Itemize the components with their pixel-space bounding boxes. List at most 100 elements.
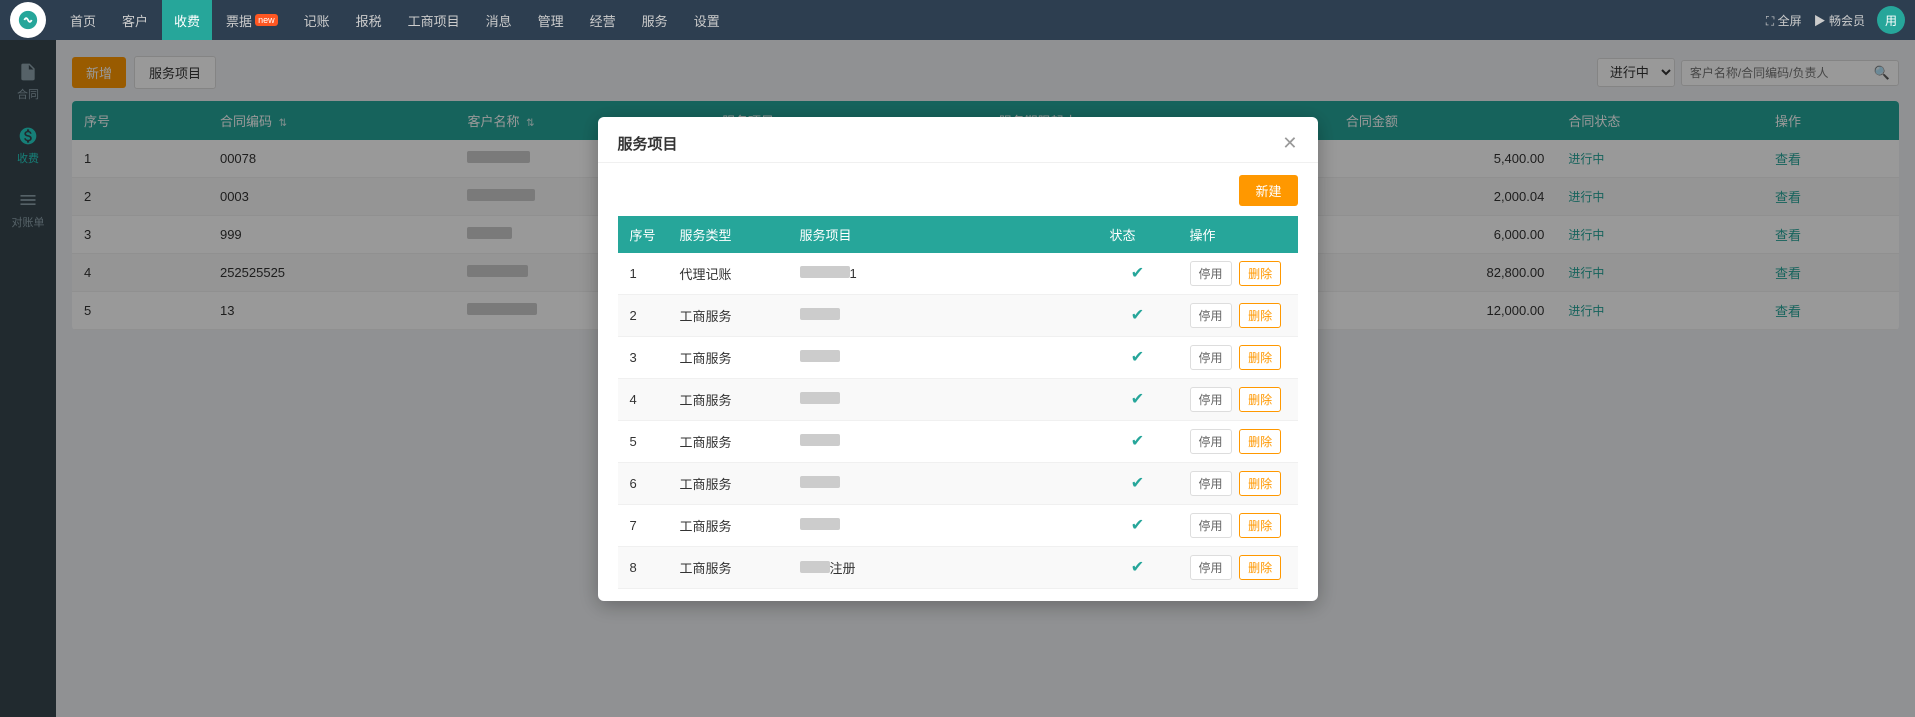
modal-table-row: 6 工商服务 ✔ 停用 删除 [618, 462, 1298, 504]
nav-home[interactable]: 首页 [58, 0, 108, 40]
modal-close-button[interactable]: ✕ [1282, 134, 1297, 152]
modal-cell-seq: 2 [618, 294, 668, 336]
stop-button[interactable]: 停用 [1190, 513, 1232, 538]
modal-cell-seq: 7 [618, 504, 668, 546]
stop-button[interactable]: 停用 [1190, 345, 1232, 370]
modal-cell-status: ✔ [1098, 546, 1178, 588]
status-check-icon: ✔ [1131, 391, 1144, 408]
modal-cell-seq: 6 [618, 462, 668, 504]
modal-cell-type: 工商服务 [668, 546, 788, 588]
modal-cell-status: ✔ [1098, 378, 1178, 420]
delete-button[interactable]: 删除 [1239, 555, 1281, 580]
modal-cell-status: ✔ [1098, 336, 1178, 378]
modal-col-item: 服务项目 [788, 216, 1098, 253]
nav-right: ⛶ 全屏 ▶ 畅会员 用 [1766, 6, 1905, 34]
modal-cell-action: 停用 删除 [1178, 420, 1298, 462]
modal-cell-status: ✔ [1098, 294, 1178, 336]
top-navigation: 首页 客户 收费 票据 new 记账 报税 工商项目 消息 管理 经营 服务 设… [0, 0, 1915, 40]
app-logo[interactable] [10, 2, 46, 38]
delete-button[interactable]: 删除 [1239, 513, 1281, 538]
delete-button[interactable]: 删除 [1239, 303, 1281, 328]
new-badge: new [255, 14, 278, 27]
modal-overlay[interactable]: 服务项目 ✕ 新建 序号 服务类型 服务项目 状态 [56, 40, 1915, 717]
nav-management[interactable]: 管理 [526, 0, 576, 40]
nav-client[interactable]: 客户 [110, 0, 160, 40]
delete-button[interactable]: 删除 [1239, 387, 1281, 412]
member-btn[interactable]: ▶ 畅会员 [1814, 12, 1865, 29]
modal-cell-type: 工商服务 [668, 420, 788, 462]
blurred-item [800, 476, 840, 488]
modal-cell-action: 停用 删除 [1178, 294, 1298, 336]
nav-ledger[interactable]: 记账 [292, 0, 342, 40]
modal-table-row: 3 工商服务 ✔ 停用 删除 [618, 336, 1298, 378]
layout: 合同 收费 对账单 新增 服务项目 进行中 全部 已结束 [0, 40, 1915, 717]
fullscreen-btn[interactable]: ⛶ 全屏 [1766, 12, 1802, 29]
modal-cell-status: ✔ [1098, 504, 1178, 546]
blurred-item [800, 434, 840, 446]
status-check-icon: ✔ [1131, 475, 1144, 492]
status-check-icon: ✔ [1131, 265, 1144, 282]
new-service-button[interactable]: 新建 [1239, 175, 1297, 206]
stop-button[interactable]: 停用 [1190, 303, 1232, 328]
nav-services[interactable]: 服务 [630, 0, 680, 40]
stop-button[interactable]: 停用 [1190, 387, 1232, 412]
status-check-icon: ✔ [1131, 433, 1144, 450]
delete-button[interactable]: 删除 [1239, 261, 1281, 286]
modal-cell-item [788, 378, 1098, 420]
modal-cell-item [788, 462, 1098, 504]
modal-cell-type: 代理记账 [668, 253, 788, 295]
modal-cell-action: 停用 删除 [1178, 546, 1298, 588]
nav-industry[interactable]: 工商项目 [396, 0, 472, 40]
modal-cell-seq: 4 [618, 378, 668, 420]
modal-col-seq: 序号 [618, 216, 668, 253]
modal-cell-status: ✔ [1098, 253, 1178, 295]
modal-cell-seq: 8 [618, 546, 668, 588]
modal-cell-type: 工商服务 [668, 462, 788, 504]
nav-finance[interactable]: 经营 [578, 0, 628, 40]
modal-table-row: 4 工商服务 ✔ 停用 删除 [618, 378, 1298, 420]
modal-cell-item [788, 504, 1098, 546]
modal-toolbar: 新建 [618, 175, 1298, 206]
modal-header: 服务项目 ✕ [598, 117, 1318, 163]
blurred-item [800, 518, 840, 530]
avatar[interactable]: 用 [1877, 6, 1905, 34]
nav-messages[interactable]: 消息 [474, 0, 524, 40]
modal-cell-status: ✔ [1098, 420, 1178, 462]
modal-cell-item: 1 [788, 253, 1098, 295]
modal-cell-action: 停用 删除 [1178, 336, 1298, 378]
modal-cell-item [788, 294, 1098, 336]
status-check-icon: ✔ [1131, 349, 1144, 366]
delete-button[interactable]: 删除 [1239, 471, 1281, 496]
stop-button[interactable]: 停用 [1190, 555, 1232, 580]
blurred-item [800, 308, 840, 320]
status-check-icon: ✔ [1131, 559, 1144, 576]
modal-cell-action: 停用 删除 [1178, 378, 1298, 420]
modal-table-row: 8 工商服务 注册 ✔ 停用 删除 [618, 546, 1298, 588]
modal-cell-item: 注册 [788, 546, 1098, 588]
modal-cell-seq: 3 [618, 336, 668, 378]
nav-tax[interactable]: 报税 [344, 0, 394, 40]
modal-col-status: 状态 [1098, 216, 1178, 253]
modal-body: 新建 序号 服务类型 服务项目 状态 操作 [598, 163, 1318, 601]
stop-button[interactable]: 停用 [1190, 471, 1232, 496]
main-content: 新增 服务项目 进行中 全部 已结束 🔍 序号 合同编 [56, 40, 1915, 717]
delete-button[interactable]: 删除 [1239, 429, 1281, 454]
nav-receipts[interactable]: 收费 [162, 0, 212, 40]
modal-table-row: 2 工商服务 ✔ 停用 删除 [618, 294, 1298, 336]
modal-col-type: 服务类型 [668, 216, 788, 253]
modal-cell-type: 工商服务 [668, 336, 788, 378]
nav-tickets[interactable]: 票据 new [214, 0, 290, 40]
modal-table-row: 1 代理记账 1 ✔ 停用 删除 [618, 253, 1298, 295]
blurred-item [800, 350, 840, 362]
modal-cell-action: 停用 删除 [1178, 504, 1298, 546]
modal-table-row: 5 工商服务 ✔ 停用 删除 [618, 420, 1298, 462]
modal-cell-type: 工商服务 [668, 504, 788, 546]
stop-button[interactable]: 停用 [1190, 429, 1232, 454]
delete-button[interactable]: 删除 [1239, 345, 1281, 370]
modal-cell-seq: 5 [618, 420, 668, 462]
modal-cell-action: 停用 删除 [1178, 253, 1298, 295]
stop-button[interactable]: 停用 [1190, 261, 1232, 286]
modal-cell-type: 工商服务 [668, 378, 788, 420]
status-check-icon: ✔ [1131, 307, 1144, 324]
nav-settings[interactable]: 设置 [682, 0, 732, 40]
